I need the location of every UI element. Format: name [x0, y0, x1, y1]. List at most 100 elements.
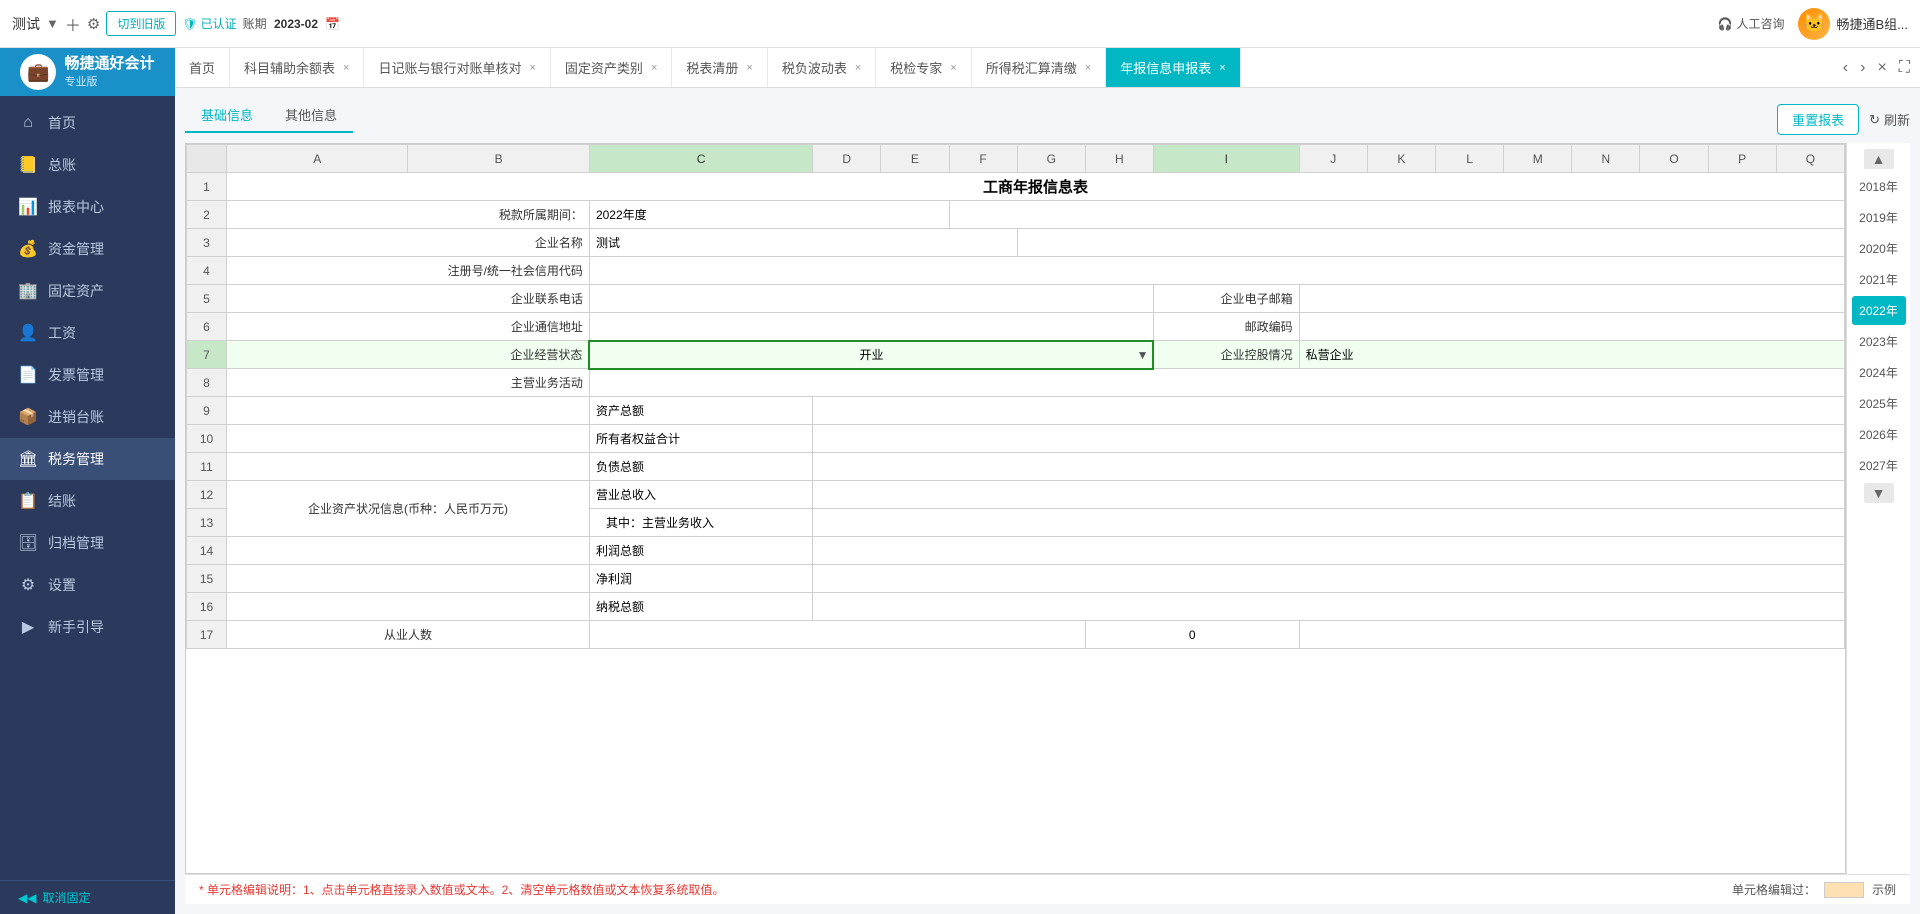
col-header-D[interactable]: D	[813, 145, 881, 173]
tab-home[interactable]: 首页	[175, 48, 230, 87]
sidebar-item-capital[interactable]: 💰 资金管理	[0, 228, 175, 270]
year-item-2021[interactable]: 2021年	[1852, 265, 1906, 294]
year-item-2020[interactable]: 2020年	[1852, 234, 1906, 263]
cell-13-value[interactable]	[813, 509, 1845, 537]
reset-btn[interactable]: 重置报表	[1777, 104, 1859, 135]
cell-7-holding[interactable]: 私营企业	[1299, 341, 1844, 369]
sidebar-item-settle[interactable]: 📋 结账	[0, 480, 175, 522]
tab-taxwave[interactable]: 税负波动表 ×	[768, 48, 876, 87]
sidebar-pin-btn[interactable]: ◀◀ 取消固定	[0, 880, 175, 914]
col-header-E[interactable]: E	[881, 145, 949, 173]
col-header-I[interactable]: I	[1153, 145, 1299, 173]
tab-fixed[interactable]: 固定资产类别 ×	[551, 48, 672, 87]
col-header-L[interactable]: L	[1435, 145, 1503, 173]
sidebar-item-home[interactable]: ⌂ 首页	[0, 102, 175, 144]
sidebar-item-archive[interactable]: 🗄 归档管理	[0, 522, 175, 564]
sidebar-item-tax[interactable]: 🏛 税务管理	[0, 438, 175, 480]
cell-9-value[interactable]	[813, 397, 1845, 425]
sidebar-item-ledger[interactable]: 📒 总账	[0, 144, 175, 186]
col-header-P[interactable]: P	[1708, 145, 1776, 173]
tab-next-btn[interactable]: ›	[1856, 57, 1869, 79]
year-item-2027[interactable]: 2027年	[1852, 451, 1906, 480]
tab-annual[interactable]: 年报信息申报表 ×	[1106, 48, 1240, 87]
cell-15-value[interactable]	[813, 565, 1845, 593]
year-item-2024[interactable]: 2024年	[1852, 358, 1906, 387]
sidebar-item-inventory[interactable]: 📦 进销台账	[0, 396, 175, 438]
top-bar-left: 测试 ▼ ＋ ⚙ 切到旧版 🛡 已认证 账期 2023-02 📅	[12, 11, 340, 36]
cell-8-value[interactable]	[589, 369, 1844, 397]
tab-close-all-btn[interactable]: ×	[1873, 57, 1890, 79]
col-header-G[interactable]: G	[1017, 145, 1085, 173]
tab-close-income[interactable]: ×	[1085, 62, 1091, 74]
sub-tab-basic[interactable]: 基础信息	[185, 98, 269, 133]
cell-16-value[interactable]	[813, 593, 1845, 621]
tab-close-journal[interactable]: ×	[529, 62, 535, 74]
year-item-2022[interactable]: 2022年	[1852, 296, 1906, 325]
cell-4-value[interactable]	[589, 257, 1844, 285]
sidebar-item-salary[interactable]: 👤 工资	[0, 312, 175, 354]
service-btn[interactable]: 🎧 人工咨询	[1718, 15, 1785, 32]
col-header-A[interactable]: A	[227, 145, 408, 173]
year-item-2026[interactable]: 2026年	[1852, 420, 1906, 449]
cell-3-value[interactable]: 测试	[589, 229, 1017, 257]
sidebar-item-assets[interactable]: 🏢 固定资产	[0, 270, 175, 312]
gear-icon[interactable]: ⚙	[87, 15, 100, 33]
tab-close-taxwave[interactable]: ×	[855, 62, 861, 74]
tab-close-taxcheck[interactable]: ×	[950, 62, 956, 74]
year-scroll-down-btn[interactable]: ▼	[1864, 483, 1894, 503]
cell-6-address[interactable]	[589, 313, 1153, 341]
tab-close-annual[interactable]: ×	[1219, 62, 1225, 74]
sidebar-item-invoice[interactable]: 📄 发票管理	[0, 354, 175, 396]
year-item-2025[interactable]: 2025年	[1852, 389, 1906, 418]
tab-taxform[interactable]: 税表清册 ×	[672, 48, 767, 87]
col-header-H[interactable]: H	[1085, 145, 1153, 173]
cell-10-value[interactable]	[813, 425, 1845, 453]
tab-close-aux[interactable]: ×	[343, 62, 349, 74]
cell-title[interactable]: 工商年报信息表	[227, 173, 1845, 201]
sidebar-item-reports[interactable]: 📊 报表中心	[0, 186, 175, 228]
add-icon[interactable]: ＋	[65, 12, 81, 36]
tab-close-fixed[interactable]: ×	[651, 62, 657, 74]
tab-income[interactable]: 所得税汇算清缴 ×	[972, 48, 1106, 87]
cell-11-value[interactable]	[813, 453, 1845, 481]
tab-journal[interactable]: 日记账与银行对账单核对 ×	[364, 48, 550, 87]
cell-17-value1[interactable]	[589, 621, 1085, 649]
aux-tab-label: 科目辅助余额表	[244, 58, 335, 77]
refresh-btn[interactable]: ↻ 刷新	[1869, 110, 1910, 129]
year-scroll-up-btn[interactable]: ▲	[1864, 149, 1894, 169]
col-header-J[interactable]: J	[1299, 145, 1367, 173]
col-header-K[interactable]: K	[1367, 145, 1435, 173]
cell-5-phone[interactable]	[589, 285, 1153, 313]
sidebar-item-guide[interactable]: ▶ 新手引导	[0, 606, 175, 648]
col-header-C[interactable]: C	[589, 145, 812, 173]
col-header-F[interactable]: F	[949, 145, 1017, 173]
col-header-M[interactable]: M	[1504, 145, 1572, 173]
chevron-down-icon[interactable]: ▼	[46, 16, 59, 31]
sidebar-item-settings[interactable]: ⚙ 设置	[0, 564, 175, 606]
cell-17-value2[interactable]: 0	[1085, 621, 1299, 649]
year-item-2023[interactable]: 2023年	[1852, 327, 1906, 356]
col-header-N[interactable]: N	[1572, 145, 1640, 173]
cell-7-status[interactable]: 开业 ▼	[589, 341, 1153, 369]
tab-aux[interactable]: 科目辅助余额表 ×	[230, 48, 364, 87]
tab-close-taxform[interactable]: ×	[746, 62, 752, 74]
tab-taxcheck[interactable]: 税检专家 ×	[876, 48, 971, 87]
cell-12-value[interactable]	[813, 481, 1845, 509]
col-header-O[interactable]: O	[1640, 145, 1708, 173]
tab-expand-btn[interactable]: ⛶	[1895, 57, 1914, 79]
settings-icon: ⚙	[18, 575, 38, 595]
cell-5-email[interactable]	[1299, 285, 1844, 313]
cell-14-value[interactable]	[813, 537, 1845, 565]
cell-17-value3[interactable]	[1299, 621, 1844, 649]
cell-2-value[interactable]: 2022年度	[589, 201, 949, 229]
year-item-2018[interactable]: 2018年	[1852, 172, 1906, 201]
col-header-Q[interactable]: Q	[1776, 145, 1844, 173]
cell-6-zip[interactable]	[1299, 313, 1844, 341]
sub-tab-other[interactable]: 其他信息	[269, 98, 353, 133]
switch-old-btn[interactable]: 切到旧版	[106, 11, 176, 36]
col-header-B[interactable]: B	[408, 145, 590, 173]
year-item-2019[interactable]: 2019年	[1852, 203, 1906, 232]
sheet-main[interactable]: A B C D E F G H I J K L	[185, 143, 1846, 874]
cell-11-label: 负债总额	[589, 453, 812, 481]
tab-prev-btn[interactable]: ‹	[1839, 57, 1852, 79]
